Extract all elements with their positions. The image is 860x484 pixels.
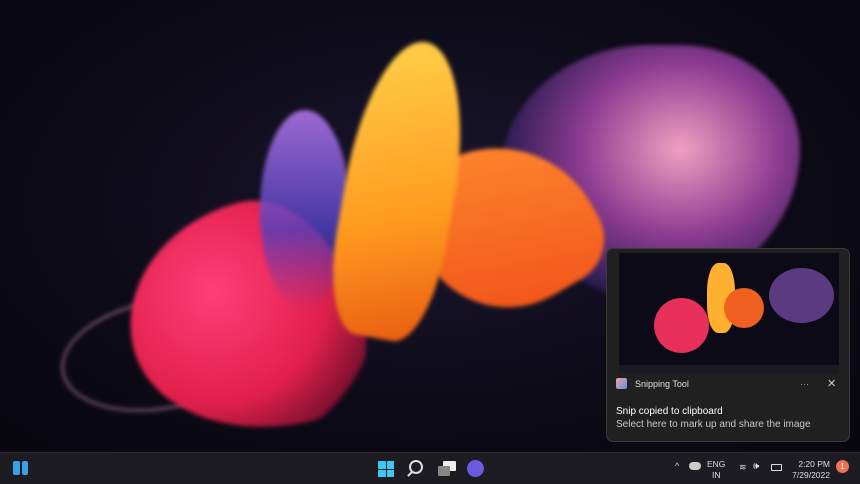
- time: 2:20 PM: [798, 459, 830, 469]
- snip-preview-image[interactable]: [619, 253, 839, 373]
- taskbar: ^ ENG IN ≋ 🕪 2:20 PM 7/29/2022: [0, 452, 860, 484]
- start-button[interactable]: [378, 461, 394, 477]
- snip-notification[interactable]: Snipping Tool ··· ✕ Snip copied to clipb…: [606, 248, 850, 442]
- volume-icon[interactable]: 🕪: [753, 461, 759, 472]
- notification-app-name: Snipping Tool: [635, 378, 689, 389]
- clock[interactable]: 2:20 PM 7/29/2022: [790, 459, 830, 481]
- notification-body: Select here to mark up and share the ima…: [616, 419, 811, 430]
- wifi-icon[interactable]: ≋: [739, 462, 747, 473]
- onedrive-icon[interactable]: [689, 462, 701, 470]
- task-view-icon[interactable]: [438, 461, 456, 476]
- widgets-icon[interactable]: [13, 461, 28, 475]
- search-icon[interactable]: [409, 460, 423, 474]
- language-code: ENG: [707, 459, 726, 469]
- language-indicator[interactable]: ENG IN: [707, 459, 725, 481]
- region-code: IN: [711, 470, 721, 480]
- battery-icon[interactable]: [771, 464, 782, 471]
- more-options-button[interactable]: ···: [800, 379, 809, 389]
- snipping-tool-icon: [616, 378, 627, 389]
- show-hidden-icons-chevron[interactable]: ^: [675, 461, 679, 471]
- date: 7/29/2022: [792, 470, 830, 480]
- close-icon[interactable]: ✕: [827, 377, 836, 390]
- notification-title: Snip copied to clipboard: [616, 406, 723, 417]
- chat-icon[interactable]: [467, 460, 484, 477]
- notification-badge[interactable]: 1: [836, 460, 849, 473]
